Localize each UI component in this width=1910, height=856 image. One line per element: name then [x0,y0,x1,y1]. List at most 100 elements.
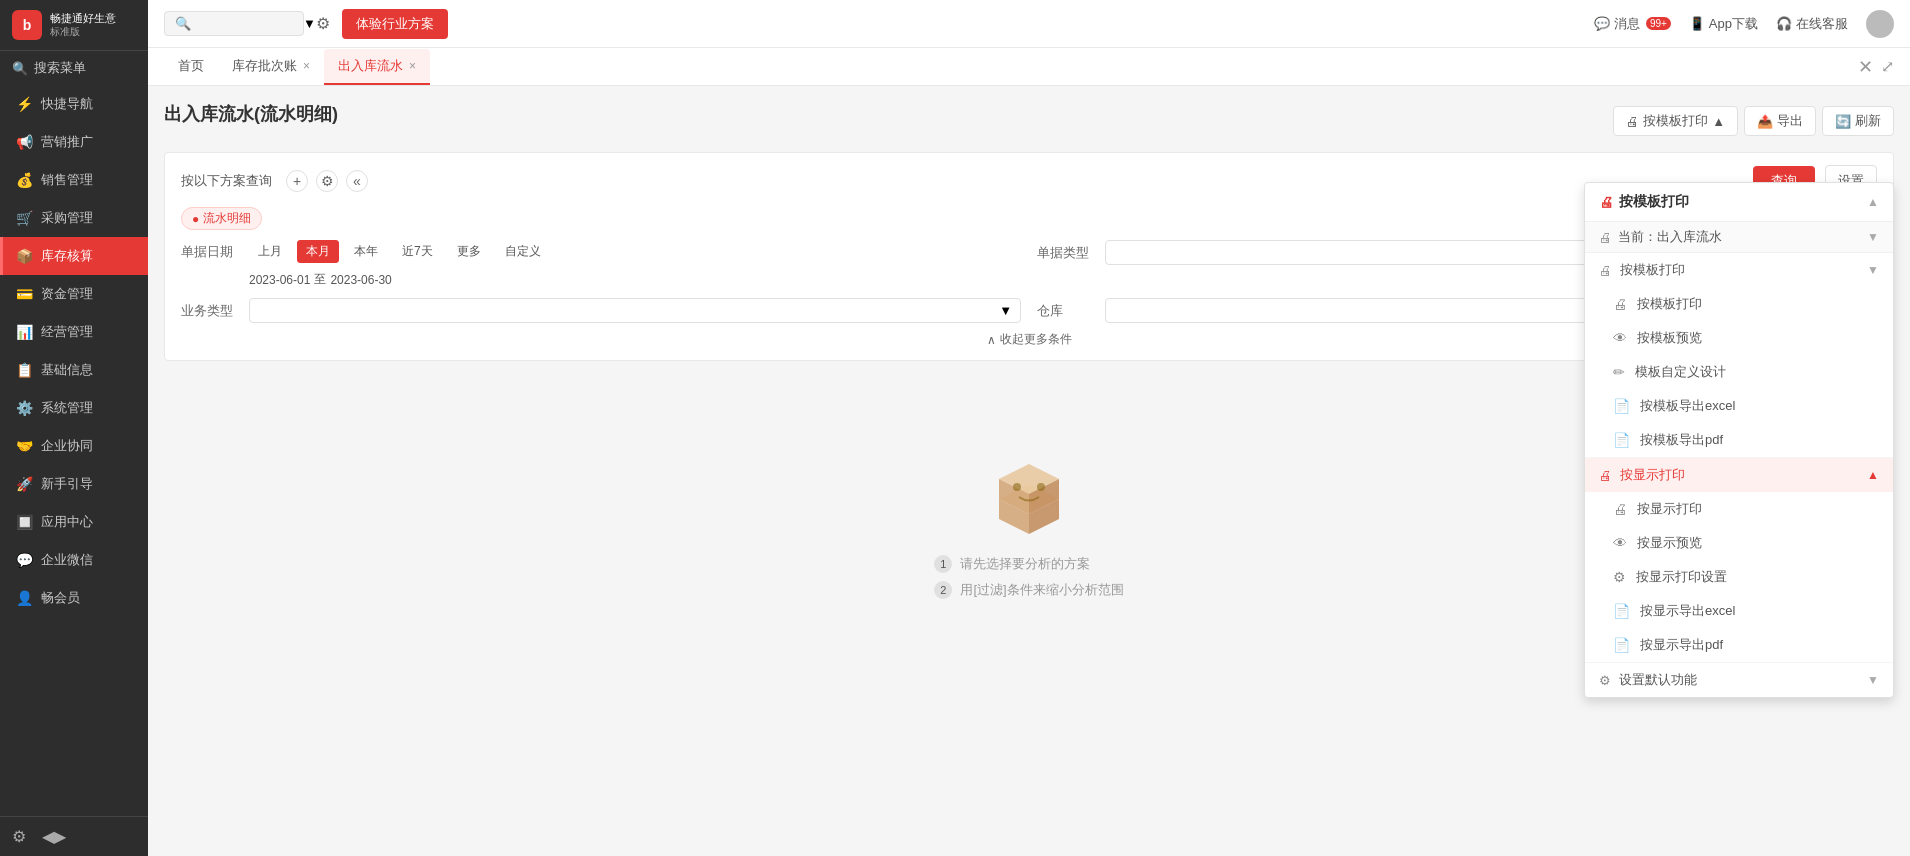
print-btn[interactable]: 🖨 按模板打印 ▲ [1613,106,1738,136]
date-to: 2023-06-30 [330,273,391,287]
biz-type-select[interactable]: ▼ [249,298,1021,323]
sidebar-item-icon: 🛒 [15,210,33,226]
display-pdf-label: 按显示导出pdf [1640,636,1723,654]
refresh-label: 刷新 [1855,112,1881,130]
empty-illustration [969,439,1089,539]
sidebar-item-系统管理[interactable]: ⚙️ 系统管理 [0,389,148,427]
sidebar-item-企业协同[interactable]: 🤝 企业协同 [0,427,148,465]
sidebar-item-资金管理[interactable]: 💳 资金管理 [0,275,148,313]
app-version: 标准版 [50,25,116,39]
refresh-btn[interactable]: 🔄 刷新 [1822,106,1894,136]
settings-icon[interactable]: ⚙ [12,827,26,846]
settings-filter-btn[interactable]: ⚙ [316,170,338,192]
topbar-search-box[interactable]: 🔍 ▼ [164,11,304,36]
dropdown-icon: ▼ [303,16,316,31]
template-print-icon: 🖨 [1613,296,1627,312]
display-excel-icon: 📄 [1613,603,1630,619]
template-print-item[interactable]: 🖨 按模板打印 [1585,287,1893,321]
window-close-icon[interactable]: ✕ [1858,56,1873,78]
date-this-month[interactable]: 本月 [297,240,339,263]
sidebar-item-label: 基础信息 [41,361,93,379]
panel-footer[interactable]: ⚙ 设置默认功能 ▼ [1585,663,1893,697]
collapse-icon[interactable]: ◀▶ [42,827,66,846]
export-btn[interactable]: 📤 导出 [1744,106,1816,136]
search-input[interactable] [197,17,297,31]
display-section-header[interactable]: 🖨 按显示打印 ▲ [1585,458,1893,492]
display-section-label: 按显示打印 [1620,466,1685,484]
display-settings-label: 按显示打印设置 [1636,568,1727,586]
topbar-left: 🔍 ▼ ⚙ 体验行业方案 [164,9,448,39]
svg-point-7 [1037,483,1045,491]
template-excel-item[interactable]: 📄 按模板导出excel [1585,389,1893,423]
date-more[interactable]: 更多 [448,240,490,263]
add-filter-btn[interactable]: + [286,170,308,192]
filter-label: 按以下方案查询 [181,172,272,190]
panel-print-icon: 🖨 [1599,194,1613,210]
tab-inventory-batch[interactable]: 库存批次账 × [218,49,324,85]
sidebar-item-快捷导航[interactable]: ⚡ 快捷导航 [0,85,148,123]
tab-inventory-batch-label: 库存批次账 [232,57,297,75]
sidebar-item-采购管理[interactable]: 🛒 采购管理 [0,199,148,237]
sidebar-item-icon: 👤 [15,590,33,606]
refresh-icon: 🔄 [1835,114,1851,129]
template-design-item[interactable]: ✏ 模板自定义设计 [1585,355,1893,389]
sidebar-item-营销推广[interactable]: 📢 营销推广 [0,123,148,161]
template-preview-item[interactable]: 👁 按模板预览 [1585,321,1893,355]
sidebar-item-畅会员[interactable]: 👤 畅会员 [0,579,148,617]
sidebar-item-label: 企业微信 [41,551,93,569]
display-pdf-item[interactable]: 📄 按显示导出pdf [1585,628,1893,662]
panel-title: 按模板打印 [1619,193,1689,211]
window-expand-icon[interactable]: ⤢ [1881,57,1894,76]
sidebar-item-销售管理[interactable]: 💰 销售管理 [0,161,148,199]
template-section-header[interactable]: 🖨 按模板打印 ▼ [1585,253,1893,287]
sidebar-item-新手引导[interactable]: 🚀 新手引导 [0,465,148,503]
tab-flow[interactable]: 出入库流水 × [324,49,430,85]
current-expand[interactable]: ▼ [1867,230,1879,244]
panel-chevron-up[interactable]: ▲ [1867,195,1879,209]
template-design-label: 模板自定义设计 [1635,363,1726,381]
tab-home[interactable]: 首页 [164,49,218,85]
gear-icon[interactable]: ⚙ [316,14,330,33]
message-btn[interactable]: 💬 消息 99+ [1594,15,1671,33]
panel-header: 🖨 按模板打印 ▲ [1585,183,1893,222]
export-label: 导出 [1777,112,1803,130]
doc-type-label: 单据类型 [1037,244,1097,262]
sidebar: b 畅捷通好生意 标准版 🔍 搜索菜单 ⚡ 快捷导航 📢 营销推广 💰 销售管理… [0,0,148,856]
date-custom[interactable]: 自定义 [496,240,550,263]
display-settings-item[interactable]: ⚙ 按显示打印设置 [1585,560,1893,594]
sidebar-item-企业微信[interactable]: 💬 企业微信 [0,541,148,579]
sidebar-search[interactable]: 🔍 搜索菜单 [0,51,148,85]
tab-home-label: 首页 [178,57,204,75]
collapse-label: 收起更多条件 [1000,331,1072,348]
tab-inventory-batch-close[interactable]: × [303,59,310,73]
user-avatar[interactable] [1866,10,1894,38]
sidebar-item-label: 经营管理 [41,323,93,341]
display-preview-item[interactable]: 👁 按显示预览 [1585,526,1893,560]
sidebar-item-应用中心[interactable]: 🔲 应用中心 [0,503,148,541]
template-pdf-item[interactable]: 📄 按模板导出pdf [1585,423,1893,457]
display-excel-label: 按显示导出excel [1640,602,1735,620]
sidebar-footer: ⚙ ◀▶ [0,816,148,856]
date-last-month[interactable]: 上月 [249,240,291,263]
sidebar-item-库存核算[interactable]: 📦 库存核算 [0,237,148,275]
date-7days[interactable]: 近7天 [393,240,442,263]
collapse-filter-btn[interactable]: « [346,170,368,192]
display-print-item[interactable]: 🖨 按显示打印 [1585,492,1893,526]
sidebar-item-icon: 📢 [15,134,33,150]
display-excel-item[interactable]: 📄 按显示导出excel [1585,594,1893,628]
sidebar-item-icon: 📊 [15,324,33,340]
online-service-btn[interactable]: 🎧 在线客服 [1776,15,1848,33]
app-download-btn[interactable]: 📱 App下载 [1689,15,1758,33]
sidebar-item-基础信息[interactable]: 📋 基础信息 [0,351,148,389]
template-preview-label: 按模板预览 [1637,329,1702,347]
sidebar-item-经营管理[interactable]: 📊 经营管理 [0,313,148,351]
date-this-year[interactable]: 本年 [345,240,387,263]
online-service-label: 在线客服 [1796,15,1848,33]
filter-date: 单据日期 上月 本月 本年 近7天 更多 自定义 [181,240,1021,263]
industry-btn[interactable]: 体验行业方案 [342,9,448,39]
message-icon: 💬 [1594,16,1610,31]
template-preview-icon: 👁 [1613,330,1627,346]
tab-flow-close[interactable]: × [409,59,416,73]
sidebar-item-label: 畅会员 [41,589,80,607]
sidebar-item-label: 资金管理 [41,285,93,303]
